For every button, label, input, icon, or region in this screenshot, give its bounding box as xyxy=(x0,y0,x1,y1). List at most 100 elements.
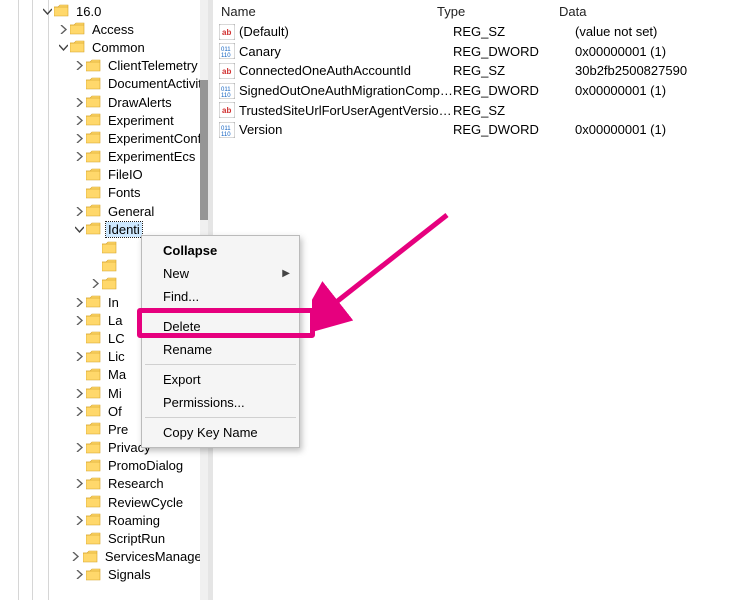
expander-icon[interactable] xyxy=(72,513,86,527)
expander-icon[interactable] xyxy=(40,4,54,18)
tree-item-label: Ma xyxy=(106,367,128,382)
menu-permissions[interactable]: Permissions... xyxy=(143,391,298,414)
tree-item-label: Research xyxy=(106,476,166,491)
tree-item-experimentecs[interactable]: ExperimentEcs xyxy=(0,148,208,166)
value-name: (Default) xyxy=(239,24,453,39)
menu-rename[interactable]: Rename xyxy=(143,338,298,361)
expander-icon[interactable] xyxy=(72,313,86,327)
expander-icon[interactable] xyxy=(72,131,86,145)
menu-separator xyxy=(145,417,296,418)
list-row[interactable]: Canary REG_DWORD 0x00000001 (1) xyxy=(217,42,737,62)
column-header-type[interactable]: Type xyxy=(437,4,559,19)
tree-item-label: Mi xyxy=(106,386,124,401)
list-row[interactable]: ConnectedOneAuthAccountId REG_SZ 30b2fb2… xyxy=(217,61,737,81)
value-type: REG_SZ xyxy=(453,24,575,39)
tree-item-experimentconfi[interactable]: ExperimentConfi xyxy=(0,129,208,147)
value-data: (value not set) xyxy=(575,24,737,39)
column-header-name[interactable]: Name xyxy=(217,4,437,19)
expander-icon[interactable] xyxy=(72,386,86,400)
tree-item-label: DrawAlerts xyxy=(106,95,174,110)
folder-icon xyxy=(86,113,102,127)
folder-icon xyxy=(86,441,102,455)
tree-item-servicesmanager[interactable]: ServicesManager xyxy=(0,548,208,566)
tree-scrollbar-thumb[interactable] xyxy=(200,80,208,220)
folder-icon xyxy=(86,150,102,164)
tree-item-16-0[interactable]: 16.0 xyxy=(0,2,208,20)
folder-icon xyxy=(86,404,102,418)
folder-icon xyxy=(86,386,102,400)
folder-icon xyxy=(86,350,102,364)
expander-icon[interactable] xyxy=(88,277,102,291)
expander-icon[interactable] xyxy=(72,477,86,491)
tree-item-fonts[interactable]: Fonts xyxy=(0,184,208,202)
list-row[interactable]: SignedOutOneAuthMigrationCompl... REG_DW… xyxy=(217,81,737,101)
expander-icon[interactable] xyxy=(69,550,83,564)
value-data: 0x00000001 (1) xyxy=(575,122,737,137)
tree-item-label: Pre xyxy=(106,422,130,437)
menu-export[interactable]: Export xyxy=(143,368,298,391)
folder-icon xyxy=(86,222,102,236)
expander-icon[interactable] xyxy=(56,40,70,54)
expander-icon[interactable] xyxy=(72,295,86,309)
folder-icon xyxy=(86,186,102,200)
tree-item-label: La xyxy=(106,313,124,328)
value-type: REG_DWORD xyxy=(453,83,575,98)
tree-item-signals[interactable]: Signals xyxy=(0,566,208,584)
tree-item-drawalerts[interactable]: DrawAlerts xyxy=(0,93,208,111)
folder-icon xyxy=(86,513,102,527)
folder-icon xyxy=(86,477,102,491)
tree-item-label: ExperimentEcs xyxy=(106,149,197,164)
expander-icon[interactable] xyxy=(72,222,86,236)
folder-icon xyxy=(102,259,118,273)
expander-icon[interactable] xyxy=(72,204,86,218)
value-name: Version xyxy=(239,122,453,137)
folder-icon xyxy=(86,368,102,382)
binary-value-icon xyxy=(219,43,235,59)
expander-icon[interactable] xyxy=(72,113,86,127)
expander-icon[interactable] xyxy=(72,59,86,73)
expander-icon[interactable] xyxy=(72,150,86,164)
expander-icon[interactable] xyxy=(56,22,70,36)
tree-item-scriptrun[interactable]: ScriptRun xyxy=(0,529,208,547)
expander-icon[interactable] xyxy=(72,350,86,364)
tree-item-label: General xyxy=(106,204,156,219)
expander-icon[interactable] xyxy=(72,441,86,455)
tree-item-reviewcycle[interactable]: ReviewCycle xyxy=(0,493,208,511)
binary-value-icon xyxy=(219,122,235,138)
expander-icon[interactable] xyxy=(72,95,86,109)
tree-item-documentactiviti[interactable]: DocumentActiviti xyxy=(0,75,208,93)
tree-item-access[interactable]: Access xyxy=(0,20,208,38)
folder-icon xyxy=(86,295,102,309)
list-row[interactable]: TrustedSiteUrlForUserAgentVersionIn... R… xyxy=(217,100,737,120)
tree-item-label: Common xyxy=(90,40,147,55)
menu-delete[interactable]: Delete xyxy=(143,315,298,338)
tree-item-label: Identi xyxy=(106,222,142,237)
tree-item-label: Fonts xyxy=(106,185,143,200)
string-value-icon xyxy=(219,24,235,40)
list-row[interactable]: (Default) REG_SZ (value not set) xyxy=(217,22,737,42)
tree-item-promodialog[interactable]: PromoDialog xyxy=(0,457,208,475)
menu-collapse[interactable]: Collapse xyxy=(143,239,298,262)
tree-item-experiment[interactable]: Experiment xyxy=(0,111,208,129)
tree-item-clienttelemetry[interactable]: ClientTelemetry xyxy=(0,57,208,75)
list-row[interactable]: Version REG_DWORD 0x00000001 (1) xyxy=(217,120,737,140)
tree-item-fileio[interactable]: FileIO xyxy=(0,166,208,184)
column-header-data[interactable]: Data xyxy=(559,4,737,19)
folder-icon xyxy=(102,241,118,255)
value-name: ConnectedOneAuthAccountId xyxy=(239,63,453,78)
value-data: 0x00000001 (1) xyxy=(575,44,737,59)
menu-copy-key-name[interactable]: Copy Key Name xyxy=(143,421,298,444)
tree-item-research[interactable]: Research xyxy=(0,475,208,493)
folder-icon xyxy=(86,495,102,509)
tree-item-general[interactable]: General xyxy=(0,202,208,220)
value-name: Canary xyxy=(239,44,453,59)
expander-icon[interactable] xyxy=(72,568,86,582)
tree-item-label: In xyxy=(106,295,121,310)
menu-find[interactable]: Find... xyxy=(143,285,298,308)
tree-item-common[interactable]: Common xyxy=(0,38,208,56)
menu-separator xyxy=(145,311,296,312)
tree-item-roaming[interactable]: Roaming xyxy=(0,511,208,529)
menu-new[interactable]: New ▶ xyxy=(143,262,298,285)
expander-icon[interactable] xyxy=(72,404,86,418)
value-name: SignedOutOneAuthMigrationCompl... xyxy=(239,83,453,98)
